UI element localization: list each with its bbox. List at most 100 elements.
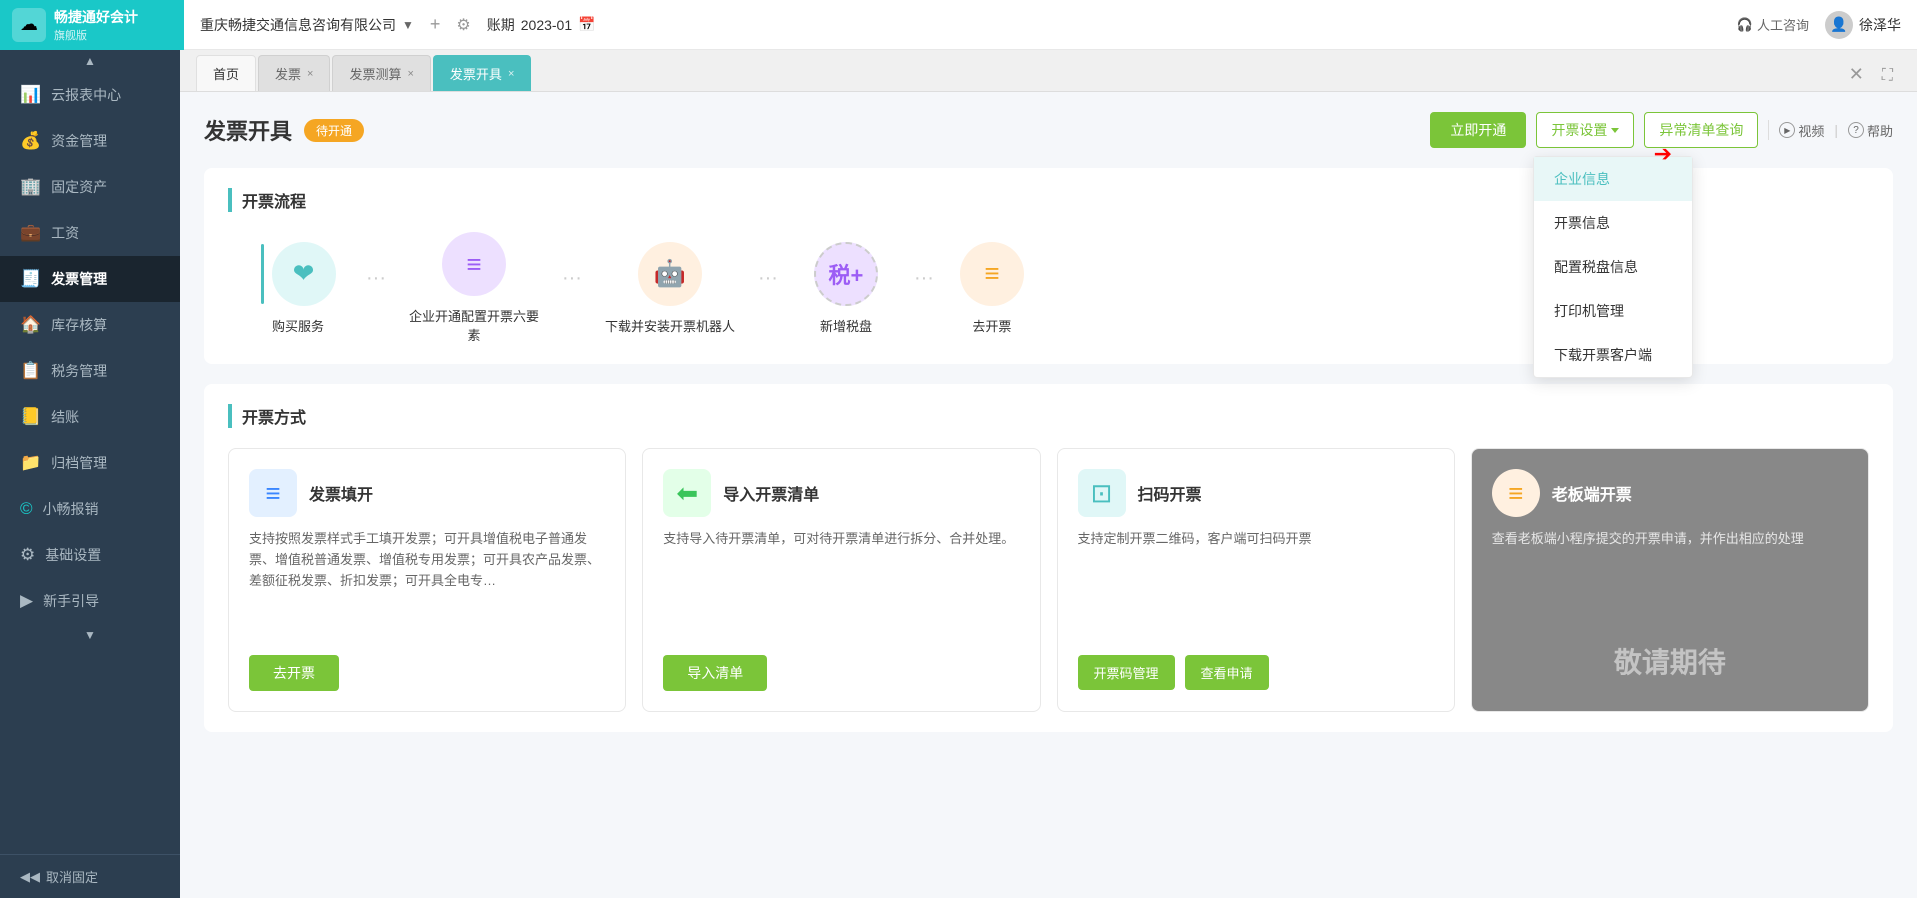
period-info: 账期 2023-01 📅 xyxy=(487,15,596,35)
tab-invoice-open-close[interactable]: × xyxy=(508,68,514,80)
invoice-mgmt-icon: 🧾 xyxy=(20,269,41,289)
sidebar-item-report[interactable]: © 小畅报销 xyxy=(0,486,180,532)
logo-area: ☁ 畅捷通好会计 旗舰版 xyxy=(0,0,184,50)
tab-invoice-test[interactable]: 发票测算 × xyxy=(332,55,430,91)
step-arrow-1: ··· xyxy=(366,267,386,310)
play-icon: ▶ xyxy=(1779,122,1795,138)
process-step-3: 🤖 下载并安装开票机器人 xyxy=(590,242,750,335)
tab-invoice-test-close[interactable]: × xyxy=(407,68,413,80)
process-step-4: 税+ 新增税盘 xyxy=(786,242,906,335)
tab-invoice-open[interactable]: 发票开具 × xyxy=(433,55,531,91)
sidebar-item-tax[interactable]: 📋 税务管理 xyxy=(0,348,180,394)
video-link[interactable]: ▶ 视频 xyxy=(1779,121,1824,140)
fixed-assets-icon: 🏢 xyxy=(20,177,41,197)
red-arrow-indicator: ➔ xyxy=(1654,143,1672,165)
step-3-label: 下载并安装开票机器人 xyxy=(605,316,735,335)
company-selector[interactable]: 重庆畅捷交通信息咨询有限公司 ▼ xyxy=(200,15,414,35)
add-company-button[interactable]: + xyxy=(430,14,441,35)
scroll-down[interactable]: ▼ xyxy=(0,624,180,646)
inventory-icon: 🏠 xyxy=(20,315,41,335)
step-4-label: 新增税盘 xyxy=(820,316,872,335)
import-billing-button[interactable]: 导入清单 xyxy=(663,655,767,691)
company-name: 重庆畅捷交通信息咨询有限公司 xyxy=(200,15,396,35)
settings-icon[interactable]: ⚙ xyxy=(456,15,470,35)
process-step-2: ≡ 企业开通配置开票六要素 xyxy=(394,232,554,344)
user-info: 👤 徐泽华 xyxy=(1825,11,1901,39)
dropdown-item-tax-disk[interactable]: 配置税盘信息 xyxy=(1534,245,1692,289)
page-content: 发票开具 待开通 立即开通 开票设置 异常清单查询 ▶ 视频 | xyxy=(180,92,1917,898)
tax-icon: 📋 xyxy=(20,361,41,381)
status-badge: 待开通 xyxy=(304,119,364,142)
import-billing-desc: 支持导入待开票清单，可对待开票清单进行拆分、合并处理。 xyxy=(663,529,1019,639)
sidebar-item-accounting[interactable]: 📒 结账 xyxy=(0,394,180,440)
report-icon: © xyxy=(20,499,33,519)
payroll-icon: 💼 xyxy=(20,223,41,243)
billing-section: 开票方式 ≡ 发票填开 支持按照发票样式手工填开发票；可开具增值税电子普通发票、… xyxy=(204,384,1893,732)
accounting-icon: 📒 xyxy=(20,407,41,427)
dropdown-item-download[interactable]: 下载开票客户端 xyxy=(1534,333,1692,377)
process-step-1: ❤ 购买服务 xyxy=(238,242,358,335)
sidebar: ▲ 📊 云报表中心 💰 资金管理 🏢 固定资产 💼 工资 🧾 发票管理 xyxy=(0,50,180,898)
activate-button[interactable]: 立即开通 xyxy=(1430,112,1526,148)
billing-card-import: ⬅ 导入开票清单 支持导入待开票清单，可对待开票清单进行拆分、合并处理。 导入清… xyxy=(642,448,1040,712)
scan-billing-title: 扫码开票 xyxy=(1138,481,1202,505)
settings-button[interactable]: 开票设置 xyxy=(1536,112,1634,148)
scan-view-button[interactable]: 查看申请 xyxy=(1185,655,1269,690)
help-icon: ? xyxy=(1848,122,1864,138)
step-2-label: 企业开通配置开票六要素 xyxy=(404,306,544,344)
cloud-report-icon: 📊 xyxy=(20,85,41,105)
step-arrow-4: ··· xyxy=(914,267,934,310)
sidebar-item-fund[interactable]: 💰 资金管理 xyxy=(0,118,180,164)
logo-icon: ☁ xyxy=(12,8,46,42)
manual-billing-icon: ≡ xyxy=(249,469,297,517)
pin-icon: ◀◀ xyxy=(20,869,40,885)
billing-card-boss: ≡ 老板端开票 查看老板端小程序提交的开票申请，并作出相应的处理 敬请期待 xyxy=(1471,448,1869,712)
scan-billing-icon: ⊡ xyxy=(1078,469,1126,517)
window-close-button[interactable]: ✕ xyxy=(1841,60,1872,89)
step-arrow-2: ··· xyxy=(562,267,582,310)
calendar-icon[interactable]: 📅 xyxy=(578,16,595,33)
billing-section-title: 开票方式 xyxy=(228,404,1869,428)
billing-card-scan: ⊡ 扫码开票 支持定制开票二维码，客户端可扫码开票 开票码管理 查看申请 xyxy=(1057,448,1455,712)
sidebar-item-inventory[interactable]: 🏠 库存核算 xyxy=(0,302,180,348)
help-link[interactable]: ? 帮助 xyxy=(1848,121,1893,140)
step-arrow-3: ··· xyxy=(758,267,778,310)
scroll-up[interactable]: ▲ xyxy=(0,50,180,72)
boss-overlay-text: 敬请期待 xyxy=(1472,641,1868,681)
dropdown-item-invoice-info[interactable]: 开票信息 xyxy=(1534,201,1692,245)
boss-billing-title: 老板端开票 xyxy=(1552,481,1632,505)
manual-billing-title: 发票填开 xyxy=(309,481,373,505)
settings-dropdown-arrow xyxy=(1611,128,1619,133)
tab-invoice[interactable]: 发票 × xyxy=(258,55,330,91)
app-name: 畅捷通好会计 xyxy=(54,7,138,27)
manual-billing-button[interactable]: 去开票 xyxy=(249,655,339,691)
sidebar-item-invoice-mgmt[interactable]: 🧾 发票管理 xyxy=(0,256,180,302)
manual-billing-desc: 支持按照发票样式手工填开发票；可开具增值税电子普通发票、增值税普通发票、增值税专… xyxy=(249,529,605,639)
window-maximize-button[interactable]: ⛶ xyxy=(1874,63,1901,89)
tab-invoice-close[interactable]: × xyxy=(307,68,313,80)
tab-home[interactable]: 首页 xyxy=(196,55,256,91)
headset-icon: 🎧 xyxy=(1737,17,1753,33)
sidebar-item-guide[interactable]: ▶ 新手引导 xyxy=(0,578,180,624)
step-1-label: 购买服务 xyxy=(272,316,324,335)
sidebar-item-cloud-report[interactable]: 📊 云报表中心 xyxy=(0,72,180,118)
sidebar-item-settings[interactable]: ⚙ 基础设置 xyxy=(0,532,180,578)
app-edition: 旗舰版 xyxy=(54,27,138,43)
step-5-label: 去开票 xyxy=(972,316,1011,335)
process-step-5: ≡ 去开票 xyxy=(942,242,1042,335)
guide-icon: ▶ xyxy=(20,591,33,611)
support-button[interactable]: 🎧 人工咨询 xyxy=(1737,15,1809,34)
scan-manage-button[interactable]: 开票码管理 xyxy=(1078,655,1175,690)
sidebar-item-fixed-assets[interactable]: 🏢 固定资产 xyxy=(0,164,180,210)
scan-billing-desc: 支持定制开票二维码，客户端可扫码开票 xyxy=(1078,529,1434,639)
cancel-pin-button[interactable]: ◀◀ 取消固定 xyxy=(0,854,180,898)
sidebar-item-archive[interactable]: 📁 归档管理 xyxy=(0,440,180,486)
dropdown-menu: ➔ 企业信息 开票信息 配置税盘信息 打印机管理 下载开票客户端 xyxy=(1533,156,1693,378)
avatar: 👤 xyxy=(1825,11,1853,39)
import-billing-icon: ⬅ xyxy=(663,469,711,517)
sidebar-item-payroll[interactable]: 💼 工资 xyxy=(0,210,180,256)
page-title: 发票开具 xyxy=(204,114,292,146)
dropdown-item-printer[interactable]: 打印机管理 xyxy=(1534,289,1692,333)
tab-bar: 首页 发票 × 发票测算 × 发票开具 × ✕ ⛶ xyxy=(180,50,1917,92)
settings-sidebar-icon: ⚙ xyxy=(20,545,35,565)
